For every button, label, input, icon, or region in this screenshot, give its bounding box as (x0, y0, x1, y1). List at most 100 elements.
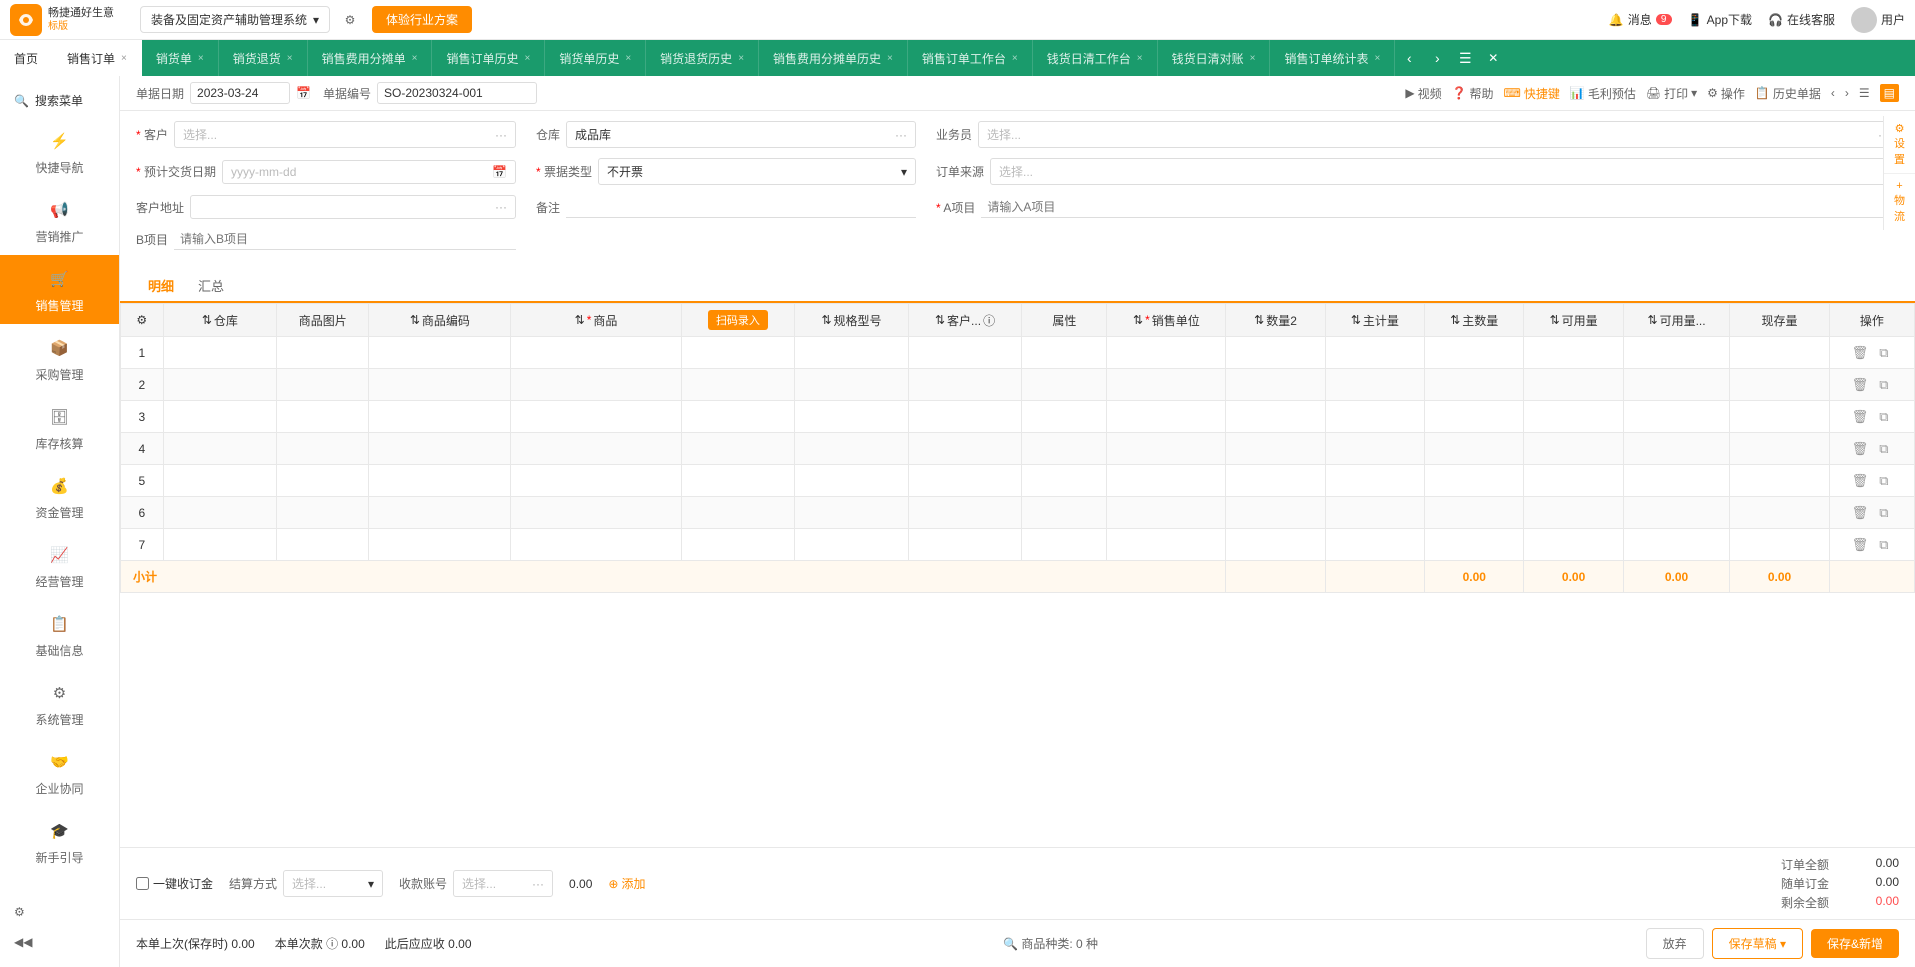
sidebar-collapse[interactable]: ◀◀ (0, 927, 119, 957)
table-view-btn[interactable]: ▤ (1880, 84, 1899, 102)
tab-order-stats[interactable]: 销售订单统计表 × (1270, 40, 1395, 76)
tab-prev-btn[interactable]: ‹ (1395, 40, 1423, 76)
sidebar-settings[interactable]: ⚙ (0, 897, 119, 927)
copy-row-btn[interactable]: ⧉ (1874, 375, 1894, 395)
sidebar-item-marketing[interactable]: 📢 营销推广 (0, 186, 119, 255)
delete-row-btn[interactable]: 🗑 (1850, 471, 1870, 491)
settings-icon-btn[interactable]: ⚙ (336, 6, 364, 34)
th-qty2[interactable]: ⇅ 数量2 (1226, 304, 1325, 337)
th-product-code[interactable]: ⇅ 商品编码 (369, 304, 511, 337)
address-input[interactable]: ··· (190, 195, 516, 219)
sidebar-item-purchase[interactable]: 📦 采购管理 (0, 324, 119, 393)
date-input[interactable] (190, 82, 290, 104)
account-select[interactable]: 选择... ··· (453, 870, 553, 897)
delete-row-btn[interactable]: 🗑 (1850, 503, 1870, 523)
th-product[interactable]: ⇅ *商品 (511, 304, 681, 337)
copy-row-btn[interactable]: ⧉ (1874, 343, 1894, 363)
sidebar-item-operations[interactable]: 📈 经营管理 (0, 531, 119, 600)
online-support-item[interactable]: 🎧 在线客服 (1768, 11, 1835, 28)
sidebar-item-sales[interactable]: 🛒 销售管理 (0, 255, 119, 324)
right-panel-logistics-btn[interactable]: + 物流 (1884, 174, 1915, 230)
action-operations[interactable]: ⚙ 操作 (1707, 85, 1745, 102)
th-warehouse[interactable]: ⇅ 仓库 (163, 304, 277, 337)
th-main-unit[interactable]: ⇅ 主计量 (1325, 304, 1424, 337)
delivery-date-input[interactable]: yyyy-mm-dd 📅 (222, 160, 516, 184)
close-icon[interactable]: × (625, 53, 631, 64)
close-icon[interactable]: × (1374, 53, 1380, 64)
sidebar-search[interactable]: 🔍 搜索菜单 (0, 84, 119, 117)
copy-row-btn[interactable]: ⧉ (1874, 471, 1894, 491)
copy-row-btn[interactable]: ⧉ (1874, 503, 1894, 523)
order-source-input[interactable]: 选择... ▾ (990, 158, 1899, 185)
one-click-checkbox-label[interactable]: 一键收订金 (136, 875, 213, 892)
tab-homepage[interactable]: 首页 (0, 40, 53, 76)
app-download-item[interactable]: 📱 App下载 (1688, 11, 1752, 28)
close-icon[interactable]: × (887, 53, 893, 64)
close-icon[interactable]: × (1012, 53, 1018, 64)
tab-detail[interactable]: 明细 (136, 270, 186, 303)
tab-daily-reconcile[interactable]: 钱货日清对账 × (1158, 40, 1271, 76)
a-project-input[interactable] (981, 197, 1899, 218)
notification-item[interactable]: 🔔 消息 9 (1609, 11, 1672, 28)
discard-button[interactable]: 放弃 (1646, 928, 1704, 959)
delete-row-btn[interactable]: 🗑 (1850, 407, 1870, 427)
tab-daily-workbench[interactable]: 钱货日清工作台 × (1033, 40, 1158, 76)
tab-close-all-btn[interactable]: ✕ (1479, 40, 1507, 76)
delete-row-btn[interactable]: 🗑 (1850, 375, 1870, 395)
close-icon[interactable]: × (121, 53, 127, 64)
sidebar-item-finance[interactable]: 💰 资金管理 (0, 462, 119, 531)
one-click-checkbox[interactable] (136, 877, 149, 890)
tab-return-history[interactable]: 销货退货历史 × (646, 40, 759, 76)
save-draft-button[interactable]: 保存草稿 ▾ (1712, 928, 1803, 959)
close-icon[interactable]: × (1250, 53, 1256, 64)
warehouse-more-icon[interactable]: ··· (895, 128, 907, 142)
action-print[interactable]: 🖨 打印 ▾ (1646, 85, 1697, 102)
tab-order-history[interactable]: 销售订单历史 × (432, 40, 545, 76)
system-selector[interactable]: 装备及固定资产辅助管理系统 ▾ (140, 6, 330, 33)
address-more-icon[interactable]: ··· (495, 200, 507, 214)
delete-row-btn[interactable]: 🗑 (1850, 343, 1870, 363)
tab-next-btn[interactable]: › (1423, 40, 1451, 76)
add-payment-btn[interactable]: ⊕ 添加 (608, 875, 645, 892)
remark-input[interactable] (566, 197, 916, 218)
th-settings[interactable]: ⚙ (121, 304, 164, 337)
save-new-button[interactable]: 保存&新增 (1811, 929, 1899, 958)
scan-button[interactable]: 扫码录入 (708, 310, 768, 330)
calendar2-icon[interactable]: 📅 (492, 165, 507, 179)
th-avail2[interactable]: ⇅ 可用量... (1623, 304, 1730, 337)
right-panel-settings-btn[interactable]: ⚙ 设置 (1884, 116, 1915, 174)
staff-input[interactable]: 选择... ··· (978, 121, 1899, 148)
copy-row-btn[interactable]: ⧉ (1874, 407, 1894, 427)
customer-input[interactable]: 选择... ··· (174, 121, 516, 148)
tab-order-workbench[interactable]: 销售订单工作台 × (908, 40, 1033, 76)
th-avail[interactable]: ⇅ 可用量 (1524, 304, 1623, 337)
th-sales-unit[interactable]: ⇅ *销售单位 (1107, 304, 1226, 337)
customer-more-icon[interactable]: ··· (495, 128, 507, 142)
close-icon[interactable]: × (738, 53, 744, 64)
industry-button[interactable]: 体验行业方案 (372, 6, 472, 33)
delete-row-btn[interactable]: 🗑 (1850, 535, 1870, 555)
tab-expense-history[interactable]: 销售费用分摊单历史 × (759, 40, 908, 76)
nav-prev-btn[interactable]: ‹ (1831, 86, 1835, 100)
close-icon[interactable]: × (1137, 53, 1143, 64)
sidebar-item-enterprise[interactable]: 🤝 企业协同 (0, 738, 119, 807)
action-shortcut[interactable]: ⌨ 快捷键 (1504, 85, 1560, 102)
nav-next-btn[interactable]: › (1845, 86, 1849, 100)
tab-invoice-history[interactable]: 销货单历史 × (545, 40, 646, 76)
tab-sales-return[interactable]: 销货退货 × (219, 40, 308, 76)
invoice-type-select[interactable]: 不开票 ▾ (598, 158, 916, 185)
account-more-icon[interactable]: ··· (532, 877, 544, 891)
tab-sales-order[interactable]: 销售订单 × (53, 40, 142, 76)
sidebar-item-inventory[interactable]: 🗄 库存核算 (0, 393, 119, 462)
close-icon[interactable]: × (524, 53, 530, 64)
copy-row-btn[interactable]: ⧉ (1874, 439, 1894, 459)
warehouse-input[interactable]: 成品库 ··· (566, 121, 916, 148)
th-spec[interactable]: ⇅ 规格型号 (795, 304, 909, 337)
delete-row-btn[interactable]: 🗑 (1850, 439, 1870, 459)
copy-row-btn[interactable]: ⧉ (1874, 535, 1894, 555)
sidebar-item-system[interactable]: ⚙ 系统管理 (0, 669, 119, 738)
payment-method-select[interactable]: 选择... ▾ (283, 870, 383, 897)
tab-menu-btn[interactable]: ☰ (1451, 40, 1479, 76)
tab-sales-invoice[interactable]: 销货单 × (142, 40, 219, 76)
grid-view-btn[interactable]: ☰ (1859, 86, 1870, 100)
